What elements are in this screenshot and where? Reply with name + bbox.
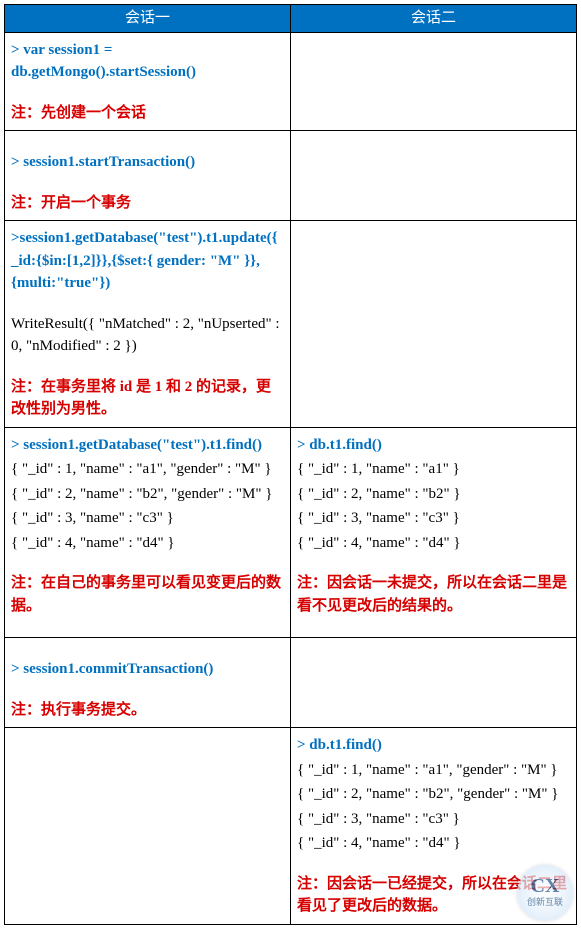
- result-text: { "_id" : 4, "name" : "d4" }: [11, 532, 284, 555]
- note-text: 注：先创建一个会话: [11, 102, 284, 125]
- header-session-2: 会话二: [291, 5, 577, 33]
- result-text: { "_id" : 4, "name" : "d4" }: [297, 832, 570, 855]
- result-text: { "_id" : 3, "name" : "c3" }: [11, 507, 284, 530]
- result-text: { "_id" : 1, "name" : "a1" }: [297, 458, 570, 481]
- table-row: > session1.getDatabase("test").t1.find()…: [5, 427, 577, 638]
- note-text: 注：执行事务提交。: [11, 699, 284, 722]
- code-line: >session1.getDatabase("test").t1.update(…: [11, 227, 284, 295]
- code-line: > session1.commitTransaction(): [11, 658, 284, 681]
- result-text: { "_id" : 3, "name" : "c3" }: [297, 808, 570, 831]
- note-text: 注：在事务里将 id 是 1 和 2 的记录，更改性别为男性。: [11, 376, 284, 421]
- code-line: > session1.startTransaction(): [11, 151, 284, 174]
- result-text: { "_id" : 2, "name" : "b2", "gender" : "…: [297, 783, 570, 806]
- note-text: 注：因会话一已经提交，所以在会话二里看见了更改后的数据。: [297, 873, 570, 918]
- code-line: > db.t1.find(): [297, 434, 570, 457]
- result-text: { "_id" : 3, "name" : "c3" }: [297, 507, 570, 530]
- code-line: > db.t1.find(): [297, 734, 570, 757]
- note-text: 注：在自己的事务里可以看见变更后的数据。: [11, 572, 284, 617]
- code-line: > session1.getDatabase("test").t1.find(): [11, 434, 284, 457]
- table-row: > session1.startTransaction() 注：开启一个事务: [5, 131, 577, 221]
- note-text: 注：开启一个事务: [11, 192, 284, 215]
- result-text: { "_id" : 1, "name" : "a1", "gender" : "…: [297, 759, 570, 782]
- result-text: { "_id" : 2, "name" : "b2" }: [297, 483, 570, 506]
- result-text: { "_id" : 2, "name" : "b2", "gender" : "…: [11, 483, 284, 506]
- note-text: 注：因会话一未提交，所以在会话二里是看不见更改后的结果的。: [297, 572, 570, 617]
- table-row: > db.t1.find() { "_id" : 1, "name" : "a1…: [5, 728, 577, 925]
- table-row: > var session1 = db.getMongo().startSess…: [5, 32, 577, 131]
- code-line: > var session1 = db.getMongo().startSess…: [11, 39, 284, 84]
- session-comparison-table: 会话一 会话二 > var session1 = db.getMongo().s…: [4, 4, 577, 925]
- table-row: > session1.commitTransaction() 注：执行事务提交。: [5, 638, 577, 728]
- result-text: { "_id" : 4, "name" : "d4" }: [297, 532, 570, 555]
- result-text: WriteResult({ "nMatched" : 2, "nUpserted…: [11, 313, 284, 358]
- result-text: { "_id" : 1, "name" : "a1", "gender" : "…: [11, 458, 284, 481]
- header-session-1: 会话一: [5, 5, 291, 33]
- table-row: >session1.getDatabase("test").t1.update(…: [5, 221, 577, 428]
